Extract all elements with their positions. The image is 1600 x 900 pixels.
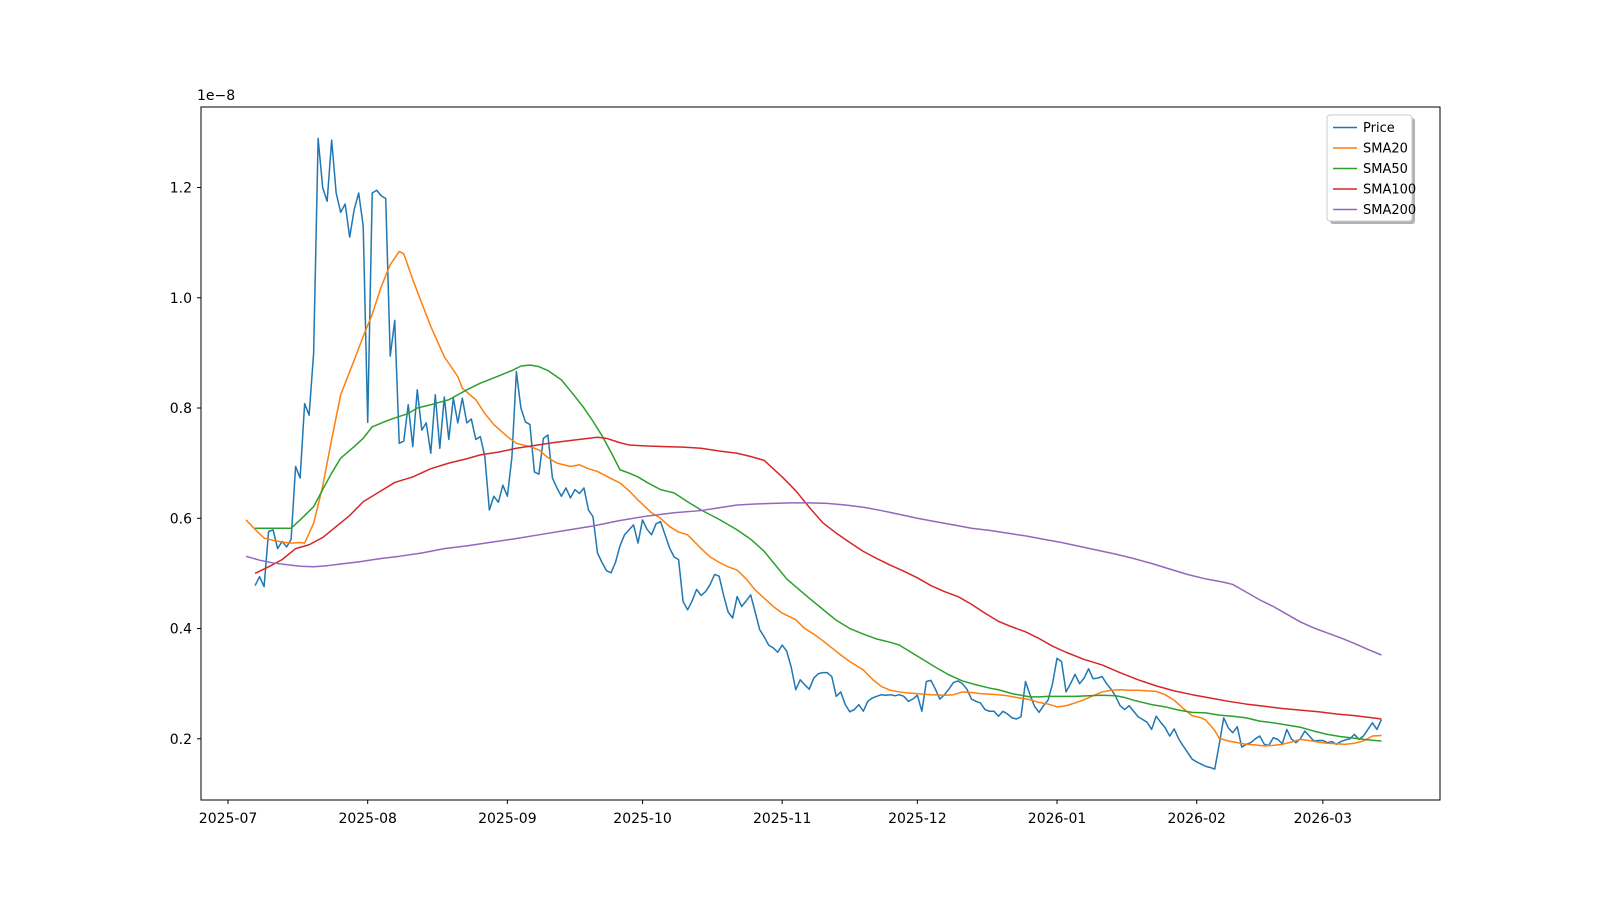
x-tick-label: 2025-10 — [613, 811, 672, 827]
legend-label-sma20: SMA20 — [1363, 142, 1408, 157]
y-tick-label: 0.6 — [170, 511, 192, 527]
x-tick-label: 2026-02 — [1167, 811, 1226, 827]
y-tick-label: 0.4 — [170, 622, 192, 638]
x-tick-label: 2025-07 — [199, 811, 258, 827]
x-tick-label: 2025-11 — [753, 811, 812, 827]
chart-canvas: 2025-07 2025-08 2025-09 2025-10 2025-11 2025-… — [0, 0, 1600, 900]
x-tick-label: 2025-08 — [338, 811, 397, 827]
y-tick-label: 1.0 — [170, 291, 192, 307]
x-tick-label: 2026-01 — [1028, 811, 1087, 827]
y-axis-offset-label: 1e−8 — [197, 88, 235, 104]
y-tick-label: 0.8 — [170, 401, 192, 417]
price-sma-chart-figure: 2025-07 2025-08 2025-09 2025-10 2025-11 2025-… — [0, 0, 1600, 900]
x-tick-label: 2025-09 — [478, 811, 537, 827]
legend-label-sma50: SMA50 — [1363, 162, 1408, 177]
x-tick-label: 2025-12 — [888, 811, 947, 827]
legend: Price SMA20 SMA50 SMA100 SMA200 — [1326, 114, 1416, 224]
y-tick-label: 0.2 — [170, 732, 192, 748]
legend-label-price: Price — [1363, 121, 1395, 136]
legend-label-sma100: SMA100 — [1363, 183, 1416, 198]
x-tick-label: 2026-03 — [1294, 811, 1353, 827]
y-tick-label: 1.2 — [170, 180, 192, 196]
legend-label-sma200: SMA200 — [1363, 203, 1416, 218]
